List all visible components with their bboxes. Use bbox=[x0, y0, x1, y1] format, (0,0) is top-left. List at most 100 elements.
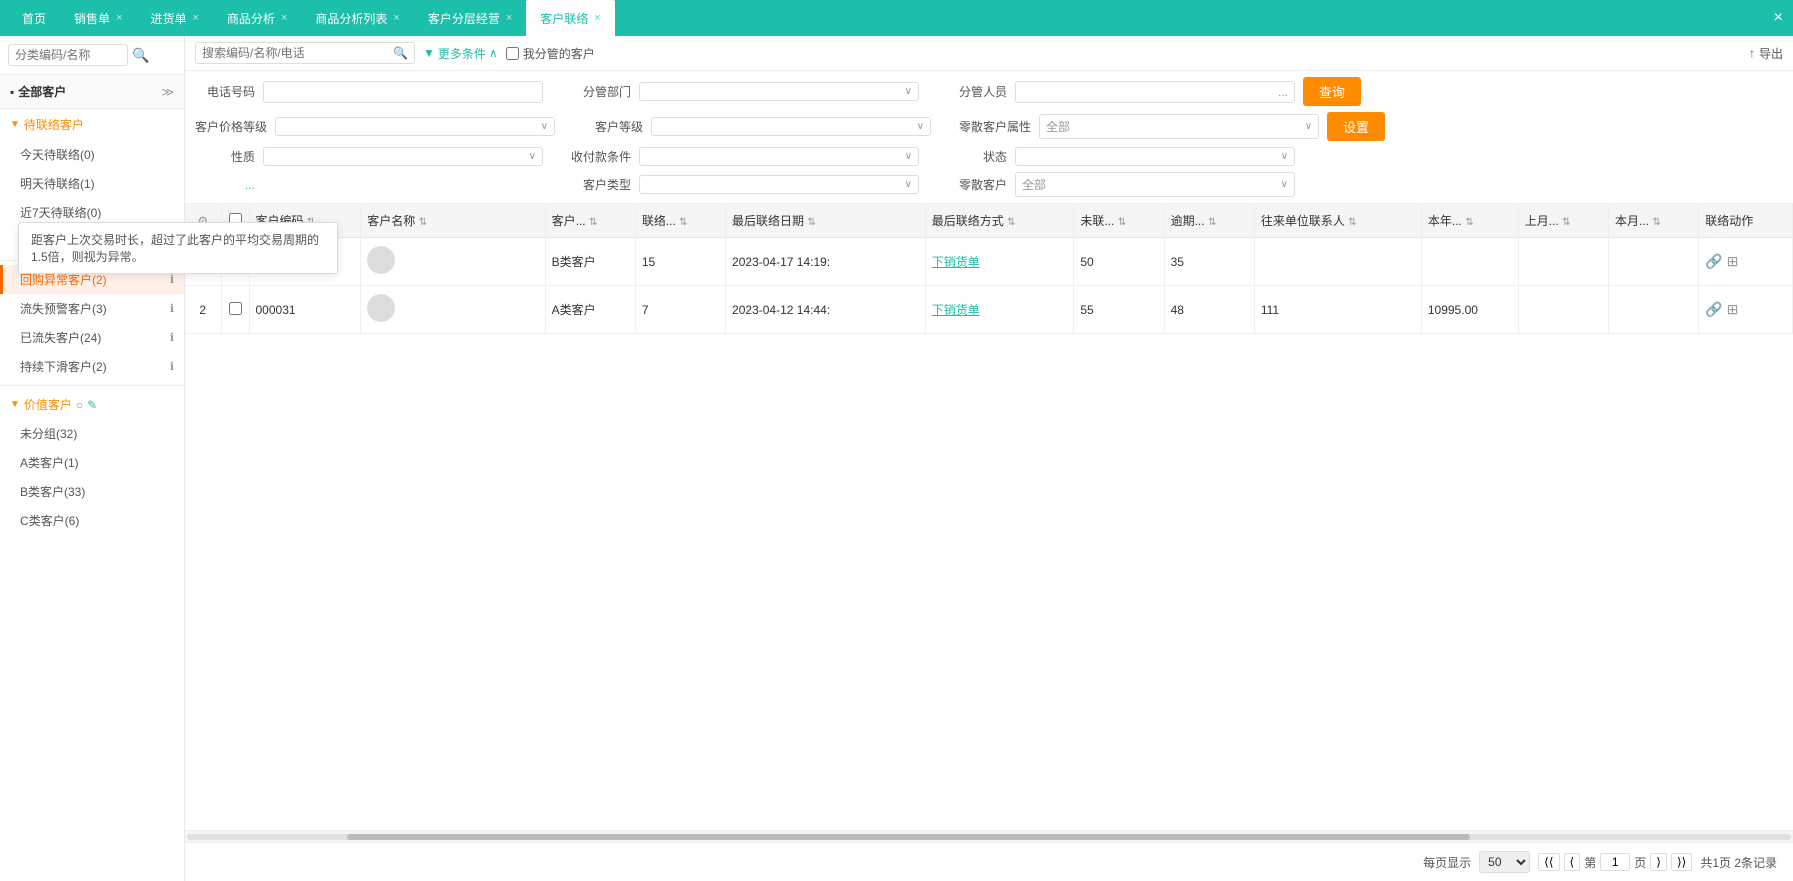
nav-purchase[interactable]: 进货单 × bbox=[136, 0, 212, 36]
sidebar-search-icon[interactable]: 🔍 bbox=[132, 47, 149, 64]
nav-sales[interactable]: 销售单 × bbox=[60, 0, 136, 36]
sort-contact-icon[interactable]: ⇅ bbox=[679, 217, 687, 228]
label-status: 状态 bbox=[947, 148, 1007, 165]
main-layout: 🔍 ▪ 全部客户 ≫ ▼ 待联络客户 今天待联络(0) 明天待联络(1) 近7天… bbox=[0, 36, 1793, 881]
row1-customer-type: B类客户 bbox=[545, 238, 635, 286]
sidebar-item-churned-label: 已流失客户(24) bbox=[20, 329, 101, 346]
nav-product-analysis-close[interactable]: × bbox=[281, 12, 287, 24]
row1-link-icon[interactable]: 🔗 bbox=[1705, 253, 1722, 270]
sort-type-icon[interactable]: ⇅ bbox=[589, 217, 597, 228]
dept-select[interactable]: ∨ bbox=[639, 82, 919, 101]
window-close-button[interactable]: × bbox=[1774, 9, 1783, 27]
page-number-input[interactable] bbox=[1600, 853, 1630, 871]
sidebar-item-c-class[interactable]: C类客户(6) bbox=[0, 506, 184, 535]
main-search-input[interactable] bbox=[202, 46, 389, 60]
horizontal-scrollbar[interactable] bbox=[185, 830, 1793, 842]
nav-customer-segment-close[interactable]: × bbox=[506, 12, 512, 24]
sidebar-item-declining[interactable]: 持续下滑客户(2) ℹ bbox=[0, 352, 184, 381]
export-button[interactable]: ↑ 导出 bbox=[1749, 45, 1783, 62]
table-row: 2 000031 A类客户 bbox=[185, 286, 1793, 334]
per-page-select[interactable]: 50 100 200 bbox=[1479, 851, 1530, 873]
last-page-button[interactable]: ⟩⟩ bbox=[1671, 853, 1692, 871]
label-scattered-customer: 零散客户 bbox=[947, 176, 1007, 193]
row2-grid-icon[interactable]: ⊞ bbox=[1727, 301, 1739, 318]
row1-name[interactable] bbox=[361, 238, 545, 286]
sort-method-icon[interactable]: ⇅ bbox=[1007, 217, 1015, 228]
first-page-button[interactable]: ⟨⟨ bbox=[1538, 853, 1559, 871]
phone-input[interactable] bbox=[270, 85, 536, 99]
sidebar-item-today[interactable]: 今天待联络(0) bbox=[0, 140, 184, 169]
nav-home[interactable]: 首页 bbox=[8, 0, 60, 36]
my-customers-check[interactable] bbox=[506, 47, 519, 60]
info-icon: ℹ bbox=[170, 273, 174, 286]
sidebar-group-pending-title[interactable]: ▼ 待联络客户 bbox=[0, 109, 184, 140]
nav-product-list[interactable]: 商品分析列表 × bbox=[301, 0, 413, 36]
filter-row-3: 性质 ∨ 收付款条件 ∨ 状态 ∨ bbox=[195, 147, 1783, 166]
main-search-icon[interactable]: 🔍 bbox=[393, 46, 408, 60]
nav-product-list-close[interactable]: × bbox=[393, 12, 399, 24]
sidebar-item-ungrouped[interactable]: 未分组(32) bbox=[0, 419, 184, 448]
sidebar: 🔍 ▪ 全部客户 ≫ ▼ 待联络客户 今天待联络(0) 明天待联络(1) 近7天… bbox=[0, 36, 185, 881]
sidebar-search-input[interactable] bbox=[8, 44, 128, 66]
nav-customer-segment-label: 客户分层经营 bbox=[428, 10, 500, 27]
th-last-month: 上月... ⇅ bbox=[1518, 204, 1608, 238]
sidebar-item-b-class[interactable]: B类客户(33) bbox=[0, 477, 184, 506]
row2-company-contact: 111 bbox=[1254, 286, 1421, 334]
pagination-bar: 每页显示 50 100 200 ⟨⟨ ⟨ 第 页 ⟩ ⟩⟩ 共1页 2条记录 bbox=[185, 842, 1793, 881]
row1-last-month bbox=[1518, 238, 1608, 286]
more-conditions-btn[interactable]: ▼ 更多条件 ∧ bbox=[423, 45, 498, 62]
row2-name[interactable] bbox=[361, 286, 545, 334]
person-dots-icon[interactable]: ... bbox=[1278, 85, 1288, 99]
more-conditions-label: 更多条件 bbox=[438, 45, 486, 62]
next-page-button[interactable]: ⟩ bbox=[1650, 853, 1667, 871]
sidebar-search-area: 🔍 bbox=[0, 36, 184, 75]
payment-arrow: ∨ bbox=[905, 151, 912, 162]
query-button[interactable]: 查询 bbox=[1303, 77, 1361, 106]
price-grade-select[interactable]: ∨ bbox=[275, 117, 555, 136]
sidebar-collapse-icon[interactable]: ≫ bbox=[161, 85, 174, 99]
sidebar-item-churned[interactable]: 已流失客户(24) ℹ bbox=[0, 323, 184, 352]
row2-checkbox[interactable] bbox=[229, 302, 242, 315]
row2-method-value[interactable]: 下销货单 bbox=[932, 303, 980, 317]
nav-purchase-close[interactable]: × bbox=[192, 12, 198, 24]
row1-method-value[interactable]: 下销货单 bbox=[932, 255, 980, 269]
nav-product-analysis[interactable]: 商品分析 × bbox=[213, 0, 301, 36]
sort-company-icon[interactable]: ⇅ bbox=[1348, 217, 1356, 228]
row2-link-icon[interactable]: 🔗 bbox=[1705, 301, 1722, 318]
config-icon[interactable]: ✎ bbox=[87, 398, 97, 412]
nav-sales-close[interactable]: × bbox=[116, 12, 122, 24]
sidebar-item-tomorrow[interactable]: 明天待联络(1) bbox=[0, 169, 184, 198]
nav-customer-contact-close[interactable]: × bbox=[594, 12, 600, 24]
nav-customer-contact[interactable]: 客户联络 × bbox=[526, 0, 614, 36]
customer-grade-select[interactable]: ∨ bbox=[651, 117, 931, 136]
sort-year-icon[interactable]: ⇅ bbox=[1465, 217, 1473, 228]
row2-uncontacted-value: 55 bbox=[1080, 303, 1093, 317]
sidebar-item-a-class[interactable]: A类客户(1) bbox=[0, 448, 184, 477]
scrollbar-thumb[interactable] bbox=[347, 834, 1470, 840]
nav-customer-segment[interactable]: 客户分层经营 × bbox=[414, 0, 526, 36]
scattered-attr-select[interactable]: 全部 ∨ bbox=[1039, 114, 1319, 139]
person-input[interactable] bbox=[1022, 85, 1278, 99]
sort-month-icon[interactable]: ⇅ bbox=[1652, 217, 1660, 228]
sidebar-item-churn-warning[interactable]: 流失预警客户(3) ℹ bbox=[0, 294, 184, 323]
payment-select[interactable]: ∨ bbox=[639, 147, 919, 166]
status-select[interactable]: ∨ bbox=[1015, 147, 1295, 166]
row1-grid-icon[interactable]: ⊞ bbox=[1727, 253, 1739, 270]
label-scattered-attr: 零散客户属性 bbox=[959, 118, 1031, 135]
settings-button[interactable]: 设置 bbox=[1327, 112, 1385, 141]
label-price-grade: 客户价格等级 bbox=[195, 118, 267, 135]
sort-lmonth-icon[interactable]: ⇅ bbox=[1562, 217, 1570, 228]
sort-uncontacted-icon[interactable]: ⇅ bbox=[1118, 217, 1126, 228]
page-label: 第 bbox=[1584, 854, 1596, 871]
prev-page-button[interactable]: ⟨ bbox=[1564, 853, 1581, 871]
scattered-customer-select[interactable]: 全部 ∨ bbox=[1015, 172, 1295, 197]
edit-icon[interactable]: ○ bbox=[76, 398, 83, 412]
customer-type-select[interactable]: ∨ bbox=[639, 175, 919, 194]
th-last-contact-method: 最后联络方式 ⇅ bbox=[925, 204, 1074, 238]
sort-overdue-icon[interactable]: ⇅ bbox=[1208, 217, 1216, 228]
th-uncontacted: 未联... ⇅ bbox=[1074, 204, 1164, 238]
nature-select[interactable]: ∨ bbox=[263, 147, 543, 166]
sort-date-icon[interactable]: ⇅ bbox=[807, 217, 815, 228]
row2-this-year: 10995.00 bbox=[1421, 286, 1518, 334]
sort-name-icon[interactable]: ⇅ bbox=[419, 217, 427, 228]
